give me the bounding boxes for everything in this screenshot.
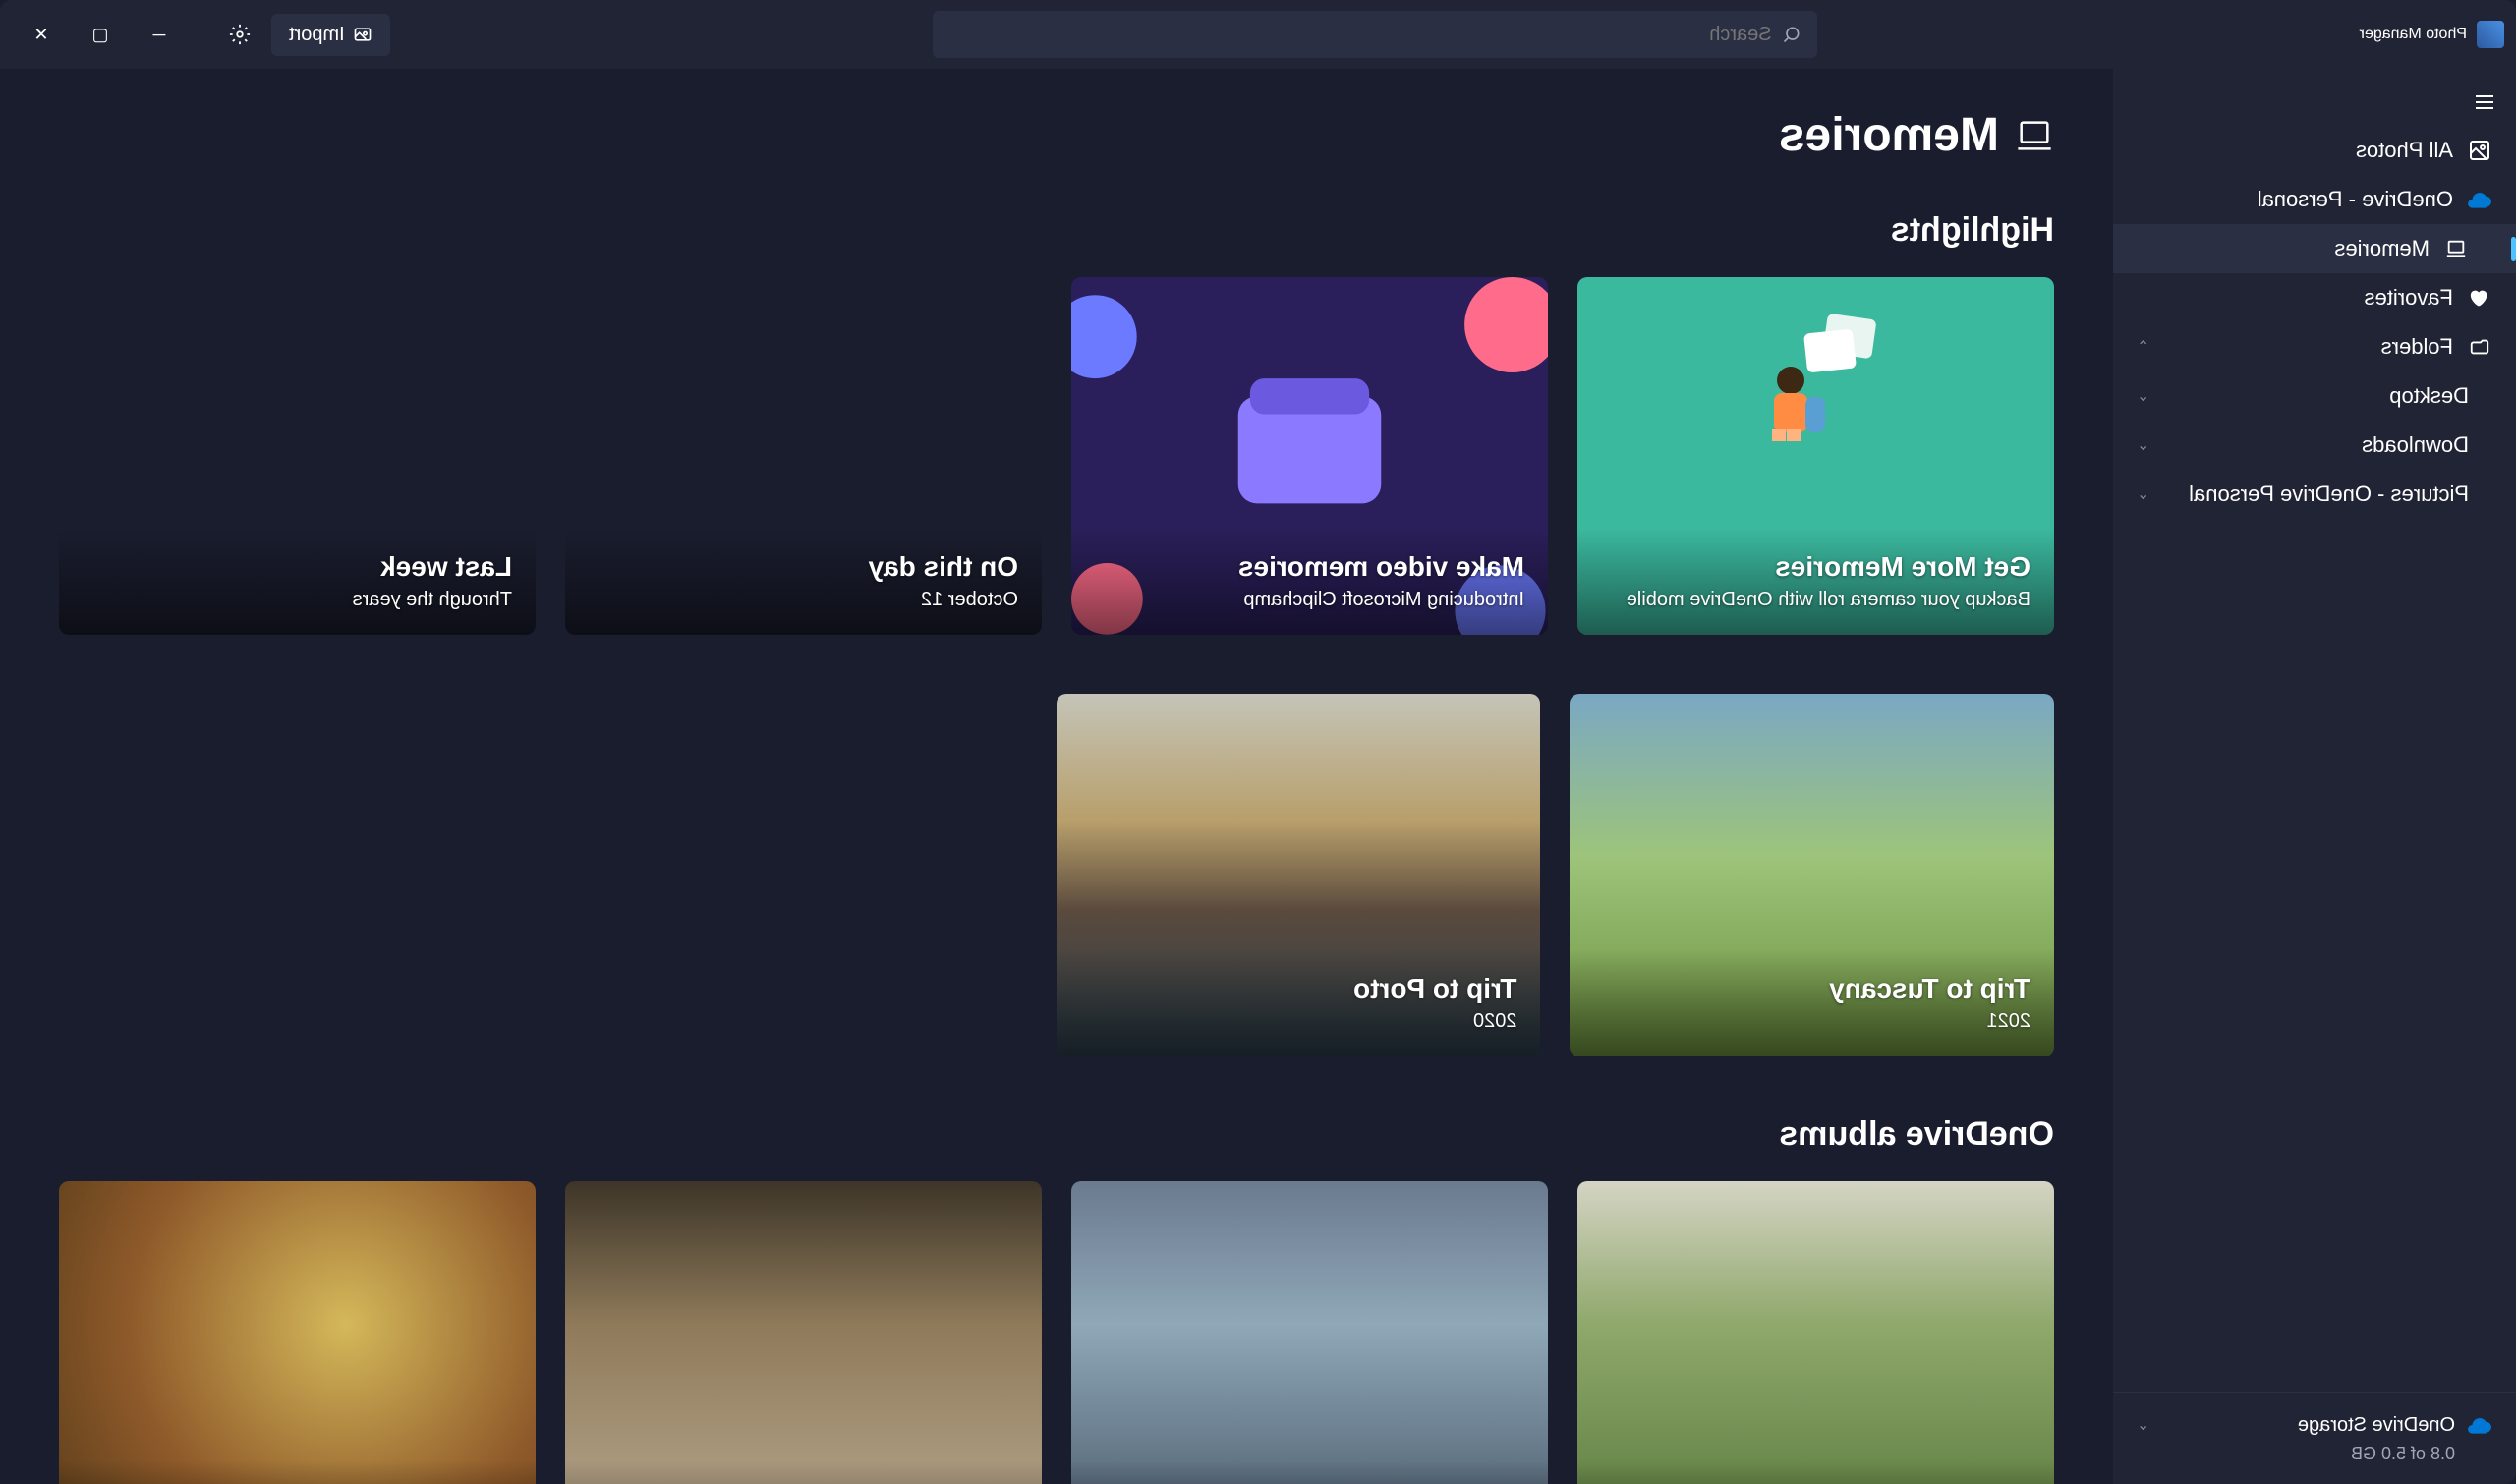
main-content: Memories Highlights [0,69,2113,1484]
maximize-button[interactable]: ▢ [71,11,130,58]
nav-pictures[interactable]: Pictures - OneDrive Personal ⌄ [2113,470,2516,519]
highlights-grid: Get More Memories Backup your camera rol… [59,277,2054,635]
app-name: Photo Manager [2360,26,2467,43]
album-card-connemara[interactable]: Camping in Connemara [1577,1181,2054,1484]
highlight-card-get-more[interactable]: Get More Memories Backup your camera rol… [1577,277,2054,635]
album-card-pets[interactable]: Pets [565,1181,1042,1484]
highlight-card-on-this-day[interactable]: On this day October 12 [565,277,1042,635]
nav-onedrive[interactable]: OneDrive - Personal [2113,175,2516,224]
import-icon [353,25,372,44]
settings-button[interactable] [216,11,263,58]
highlight-card-tuscany[interactable]: Trip to Tuscany 2021 [1571,694,2055,1056]
chevron-down-icon: ⌄ [2137,386,2149,406]
menu-icon [2473,90,2496,114]
gallery-icon [2467,138,2492,163]
nav-desktop[interactable]: Desktop ⌄ [2113,371,2516,421]
section-highlights-title: Highlights [59,211,2054,250]
slideshow-icon [2015,116,2054,155]
nav-folders[interactable]: Folders ⌃ [2113,322,2516,371]
chevron-up-icon: ⌃ [2137,337,2149,357]
nav-downloads[interactable]: Downloads ⌄ [2113,421,2516,470]
slideshow-icon [2443,236,2469,261]
page-title: Memories [1779,108,1999,162]
nav-favorites[interactable]: Favorites [2113,273,2516,322]
heart-icon [2467,285,2492,311]
close-button[interactable]: ✕ [12,11,71,58]
search-icon [1782,25,1801,44]
storage-widget[interactable]: OneDrive Storage ⌄ 0.8 of 5.0 GB [2113,1392,2516,1484]
backpacker-illustration [1738,307,1895,444]
highlight-card-porto[interactable]: Trip to Porto 2020 [1057,694,1541,1056]
titlebar: Photo Manager Import ─ ▢ ✕ [0,0,2516,69]
chevron-down-icon: ⌄ [2137,1415,2149,1435]
highlight-card-clipchamp[interactable]: Make video memories Introducing Microsof… [1071,277,1548,635]
hamburger-button[interactable] [2473,90,2496,114]
minimize-button[interactable]: ─ [130,11,189,58]
app-icon [2477,21,2504,48]
chevron-down-icon: ⌄ [2137,485,2149,504]
highlights-grid-row2: Trip to Tuscany 2021 Trip to Porto 2020 [1057,694,2054,1056]
highlight-card-last-week[interactable]: Last week Through the years [59,277,536,635]
folder-icon [2467,334,2492,360]
sidebar: All Photos OneDrive - Personal Memories … [2113,69,2516,1484]
section-albums-title: OneDrive albums [59,1115,2054,1154]
import-button[interactable]: Import [271,14,390,56]
album-card-cycling[interactable]: Cycling Trips [1071,1181,1548,1484]
nav-all-photos[interactable]: All Photos [2113,126,2516,175]
search-input[interactable] [948,24,1772,46]
album-card-food[interactable]: Food Pics [59,1181,536,1484]
cloud-icon [2467,1412,2492,1438]
chevron-down-icon: ⌄ [2137,435,2149,455]
cloud-icon [2467,187,2492,212]
gear-icon [229,24,251,45]
albums-grid: Camping in Connemara Cycling Trips Pets … [59,1181,2054,1484]
search-box[interactable] [933,11,1817,58]
nav-memories[interactable]: Memories [2113,224,2516,273]
